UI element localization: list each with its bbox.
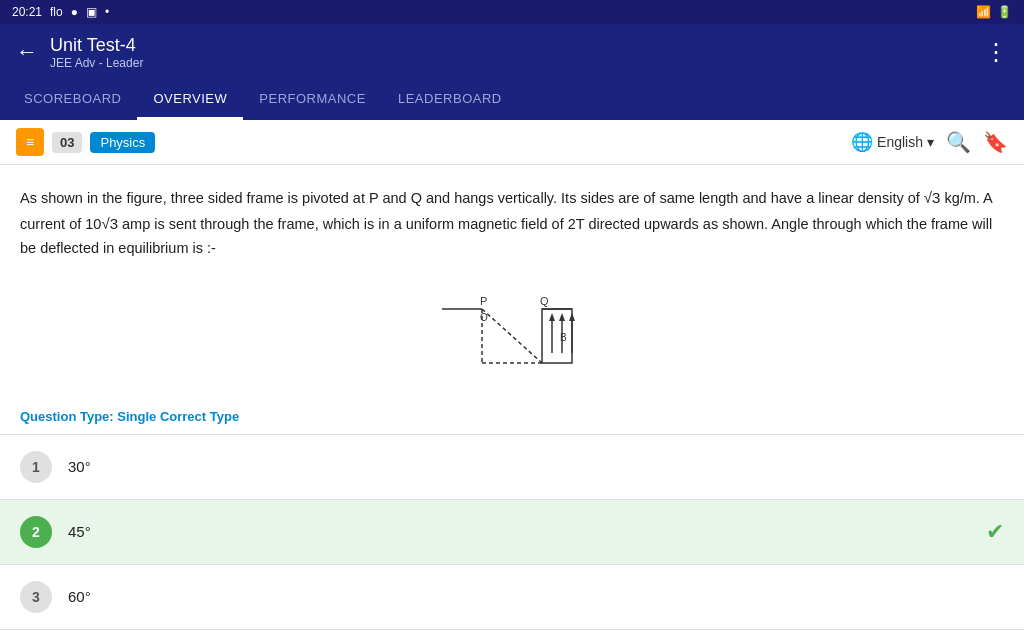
svg-marker-11 (569, 313, 575, 321)
question-text-part3: amp is sent through the frame, which is … (20, 216, 992, 257)
svg-marker-9 (559, 313, 565, 321)
app-bar: ← Unit Test-4 JEE Adv - Leader ⋮ (0, 24, 1024, 80)
question-type-label: Question Type: (20, 409, 114, 424)
question-type: Question Type: Single Correct Type (0, 401, 1024, 435)
filter-left: ≡ 03 Physics (16, 128, 155, 156)
question-type-value: Single Correct Type (117, 409, 239, 424)
question-text: As shown in the figure, three sided fram… (0, 165, 1024, 271)
option-1-circle: 1 (20, 451, 52, 483)
sqrt3-2: √3 (101, 215, 118, 232)
svg-text:Q: Q (540, 295, 549, 307)
question-text-part1: As shown in the figure, three sided fram… (20, 190, 924, 206)
status-dot: ● (71, 5, 78, 19)
correct-check-icon: ✔ (986, 519, 1004, 545)
tab-leaderboard[interactable]: LEADERBOARD (382, 80, 518, 120)
subject-badge: Physics (90, 132, 155, 153)
figure-container: P Q B O (0, 271, 1024, 401)
options-container: 1 30° 2 45° ✔ 3 60° 4 90° (0, 435, 1024, 640)
status-app: flo (50, 5, 63, 19)
filter-icon-symbol: ≡ (26, 134, 34, 150)
option-1-text: 30° (68, 458, 91, 475)
language-dropdown-icon: ▾ (927, 134, 934, 150)
search-icon: 🔍 (946, 130, 971, 154)
status-bar-left: 20:21 flo ● ▣ • (12, 5, 109, 19)
filter-button[interactable]: ≡ (16, 128, 44, 156)
option-2-text: 45° (68, 523, 91, 540)
option-1-row[interactable]: 1 30° (0, 435, 1024, 500)
bookmark-icon: 🔖 (983, 130, 1008, 154)
svg-text:B: B (560, 332, 567, 343)
option-2-row[interactable]: 2 45° ✔ (0, 500, 1024, 565)
app-subtitle: JEE Adv - Leader (50, 56, 143, 70)
app-bar-title: Unit Test-4 JEE Adv - Leader (50, 35, 143, 70)
menu-button[interactable]: ⋮ (984, 38, 1008, 66)
tab-performance[interactable]: PERFORMANCE (243, 80, 382, 120)
svg-marker-7 (549, 313, 555, 321)
tab-overview[interactable]: OVERVIEW (137, 80, 243, 120)
status-bar-right: 📶 🔋 (976, 5, 1012, 19)
option-3-circle: 3 (20, 581, 52, 613)
app-bar-left: ← Unit Test-4 JEE Adv - Leader (16, 35, 143, 70)
svg-text:P: P (480, 295, 487, 307)
back-button[interactable]: ← (16, 39, 38, 65)
option-4-row[interactable]: 4 90° (0, 630, 1024, 640)
back-icon: ← (16, 39, 38, 65)
wifi-icon: 📶 (976, 5, 991, 19)
more-icon: ⋮ (984, 38, 1008, 66)
option-3-row[interactable]: 3 60° (0, 565, 1024, 630)
question-number-badge: 03 (52, 132, 82, 153)
bookmark-button[interactable]: 🔖 (983, 130, 1008, 154)
svg-rect-5 (542, 309, 572, 363)
svg-line-13 (482, 309, 542, 363)
option-2-circle: 2 (20, 516, 52, 548)
question-figure: P Q B O (412, 281, 612, 381)
status-img-icon: ▣ (86, 5, 97, 19)
tab-bar: SCOREBOARD OVERVIEW PERFORMANCE LEADERBO… (0, 80, 1024, 120)
status-time: 20:21 (12, 5, 42, 19)
sqrt3-1: √3 (924, 189, 941, 206)
battery-icon: 🔋 (997, 5, 1012, 19)
option-3-text: 60° (68, 588, 91, 605)
language-selector[interactable]: 🌐 English ▾ (851, 131, 934, 153)
question-area: As shown in the figure, three sided fram… (0, 165, 1024, 640)
language-label: English (877, 134, 923, 150)
filter-bar: ≡ 03 Physics 🌐 English ▾ 🔍 🔖 (0, 120, 1024, 165)
tab-scoreboard[interactable]: SCOREBOARD (8, 80, 137, 120)
app-title: Unit Test-4 (50, 35, 143, 56)
svg-text:O: O (480, 312, 488, 323)
filter-right: 🌐 English ▾ 🔍 🔖 (851, 130, 1008, 154)
language-flag: 🌐 (851, 131, 873, 153)
status-dot2: • (105, 5, 109, 19)
search-button[interactable]: 🔍 (946, 130, 971, 154)
status-bar: 20:21 flo ● ▣ • 📶 🔋 (0, 0, 1024, 24)
